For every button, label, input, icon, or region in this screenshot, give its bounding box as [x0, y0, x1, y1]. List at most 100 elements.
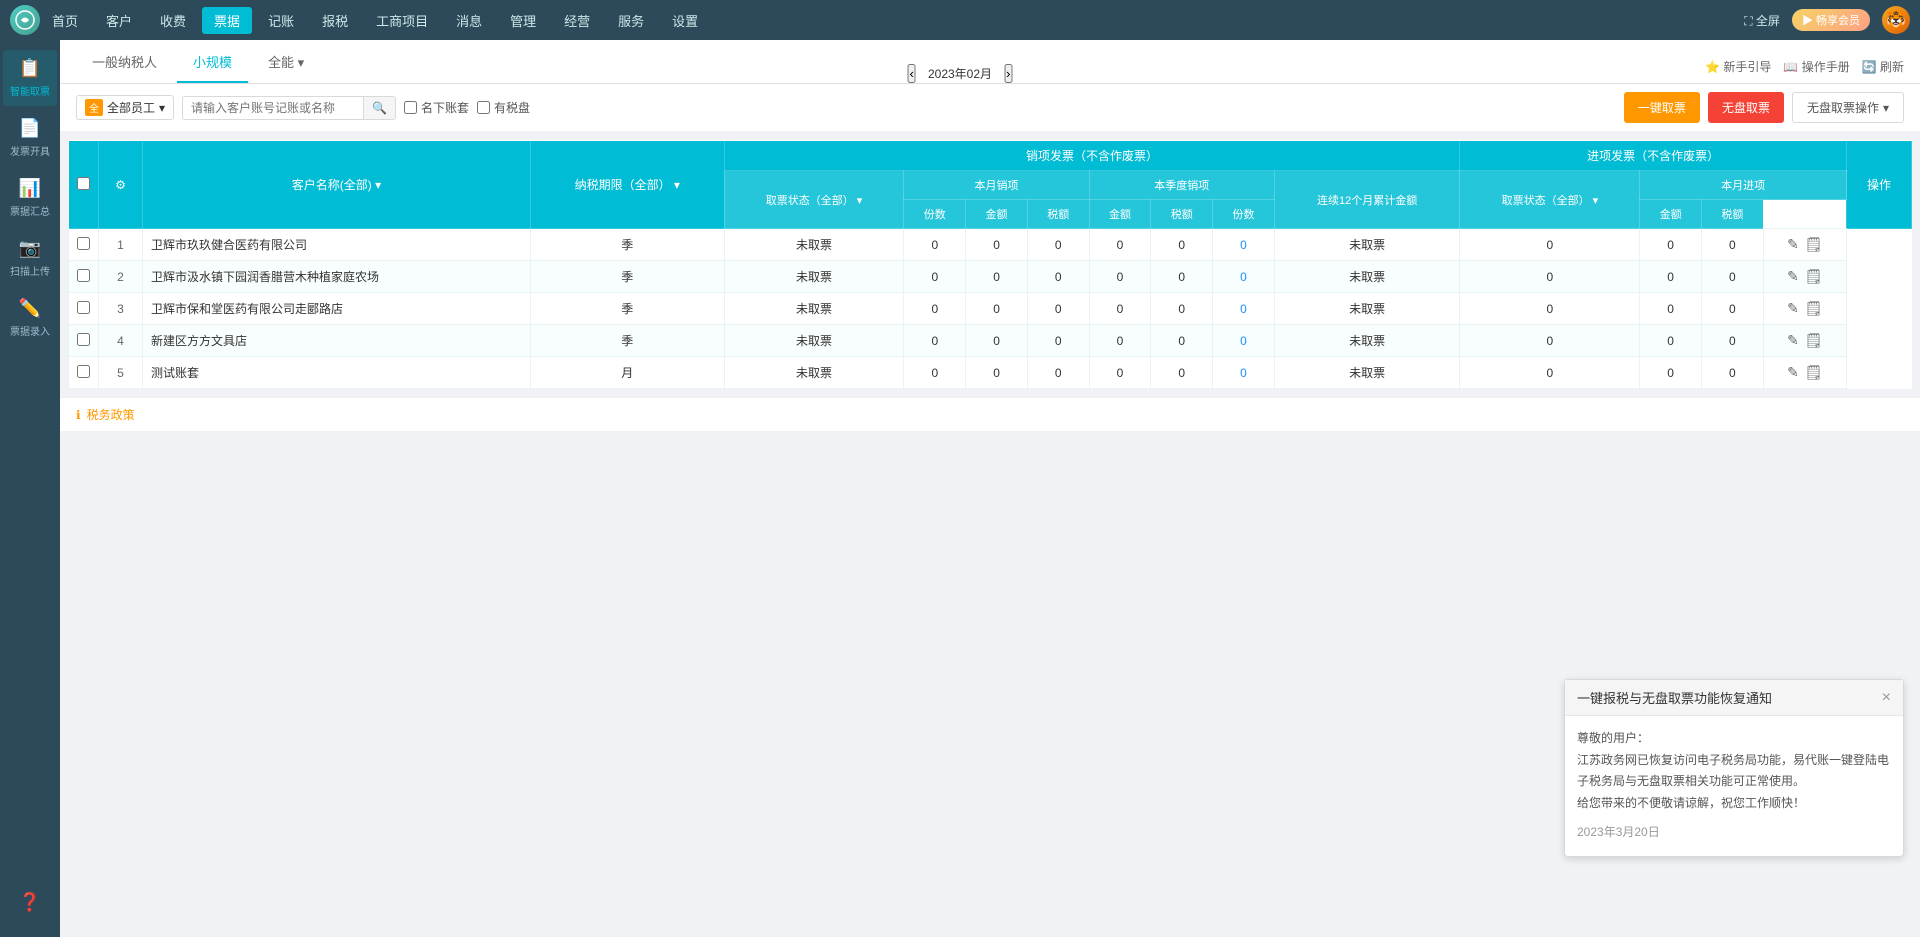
row-purchase-month-amount: 0: [1640, 261, 1702, 293]
nav-business[interactable]: 工商项目: [364, 7, 440, 34]
row-checkbox[interactable]: [77, 237, 90, 250]
row-checkbox[interactable]: [77, 269, 90, 282]
detail-icon[interactable]: 🗒: [1805, 332, 1823, 349]
sidebar-item-label: 票据录入: [10, 323, 50, 338]
row-12month[interactable]: 0: [1213, 229, 1275, 261]
row-tax-period: 季: [530, 293, 724, 325]
toolbar: 全 全部员工 ▾ 🔍 名下账套 有税盘 一键取票 无盘取票 无盘取票操作 ▾: [60, 84, 1920, 132]
nav-home[interactable]: 首页: [40, 7, 90, 34]
col-group-purchase: 进项发票（不含作废票）: [1460, 141, 1846, 171]
row-sales-status: 未取票: [724, 261, 904, 293]
nav-tax[interactable]: 报税: [310, 7, 360, 34]
refresh-link[interactable]: 🔄 刷新: [1862, 58, 1904, 75]
vip-button[interactable]: ▶ 畅享会员: [1792, 9, 1870, 31]
row-purchase-month-tax: 0: [1702, 261, 1764, 293]
detail-icon[interactable]: 🗒: [1805, 300, 1823, 317]
row-purchase-month-amount: 0: [1640, 325, 1702, 357]
row-sales-season-tax: 0: [1151, 229, 1213, 261]
nav-messages[interactable]: 消息: [444, 7, 494, 34]
nav-management[interactable]: 管理: [498, 7, 548, 34]
row-12month[interactable]: 0: [1213, 325, 1275, 357]
tab-all[interactable]: 全能 ▾: [252, 42, 320, 83]
search-button[interactable]: 🔍: [363, 97, 395, 119]
row-actions: ✎ 🗒: [1763, 229, 1846, 261]
nav-billing[interactable]: 收费: [148, 7, 198, 34]
sidebar-item-label: 票据汇总: [10, 203, 50, 218]
no-disk-ops-button[interactable]: 无盘取票操作 ▾: [1792, 92, 1904, 123]
row-checkbox[interactable]: [77, 365, 90, 378]
edit-icon[interactable]: ✎: [1787, 364, 1799, 381]
row-number: 4: [99, 325, 143, 357]
no-disk-fetch-button[interactable]: 无盘取票: [1708, 92, 1784, 123]
row-12month[interactable]: 0: [1213, 293, 1275, 325]
nav-tickets[interactable]: 票据: [202, 7, 252, 34]
detail-icon[interactable]: 🗒: [1805, 364, 1823, 381]
employee-label: 全部员工: [107, 99, 155, 116]
row-purchase-month-tax: 0: [1702, 325, 1764, 357]
manual-link[interactable]: 📖 操作手册: [1783, 58, 1849, 75]
sidebar-item-scan-upload[interactable]: 📷 扫描上传: [3, 230, 57, 286]
tab-general-taxpayer[interactable]: 一般纳税人: [76, 42, 173, 83]
employee-selector[interactable]: 全 全部员工 ▾: [76, 95, 174, 120]
row-client-name[interactable]: 测试账套: [142, 357, 530, 389]
ticket-entry-icon: ✏️: [19, 298, 41, 319]
one-click-fetch-button[interactable]: 一键取票: [1624, 92, 1700, 123]
filter-own-accounts[interactable]: 名下账套: [404, 99, 469, 116]
new-guide-link[interactable]: ⭐ 新手引导: [1705, 58, 1771, 75]
tax-policy-link[interactable]: 税务政策: [87, 406, 135, 423]
row-tax-period: 季: [530, 229, 724, 261]
nav-operations[interactable]: 经营: [552, 7, 602, 34]
select-all-checkbox[interactable]: [77, 177, 90, 190]
row-12month[interactable]: 0: [1213, 357, 1275, 389]
detail-icon[interactable]: 🗒: [1805, 268, 1823, 285]
col-purchase-m-qty: 份数: [1213, 200, 1275, 229]
edit-icon[interactable]: ✎: [1787, 236, 1799, 253]
row-sales-month-tax: 0: [1027, 293, 1089, 325]
row-sales-month-amount: 0: [966, 357, 1028, 389]
search-input[interactable]: [183, 97, 363, 119]
tab-small-scale[interactable]: 小规模: [177, 42, 248, 83]
notification-body: 尊敬的用户： 江苏政务网已恢复访问电子税务局功能，易代账一键登陆电子税务局与无盘…: [1565, 716, 1903, 856]
row-sales-month-qty: 0: [904, 293, 966, 325]
row-client-name[interactable]: 卫辉市汲水镇下园润香腊营木种植家庭农场: [142, 261, 530, 293]
row-checkbox-cell: [69, 325, 99, 357]
sidebar-item-invoice-issue[interactable]: 📄 发票开具: [3, 110, 57, 166]
sidebar-item-ticket-summary[interactable]: 📊 票据汇总: [3, 170, 57, 226]
sidebar-item-help[interactable]: ❓: [3, 884, 57, 921]
row-checkbox[interactable]: [77, 301, 90, 314]
row-checkbox-cell: [69, 261, 99, 293]
own-accounts-checkbox[interactable]: [404, 101, 417, 114]
sidebar-item-smart-fetch[interactable]: 📋 智能取票: [3, 50, 57, 106]
detail-icon[interactable]: 🗒: [1805, 236, 1823, 253]
row-client-name[interactable]: 新建区方方文具店: [142, 325, 530, 357]
row-sales-status: 未取票: [724, 293, 904, 325]
nav-bookkeeping[interactable]: 记账: [256, 7, 306, 34]
row-12month[interactable]: 0: [1213, 261, 1275, 293]
row-checkbox[interactable]: [77, 333, 90, 346]
filter-has-tax-disk[interactable]: 有税盘: [477, 99, 530, 116]
employee-badge: 全: [85, 99, 103, 116]
row-client-name[interactable]: 卫辉市玖玖健合医药有限公司: [142, 229, 530, 261]
prev-month-button[interactable]: ‹: [908, 64, 916, 83]
tax-disk-checkbox[interactable]: [477, 101, 490, 114]
next-month-button[interactable]: ›: [1004, 64, 1012, 83]
nav-settings[interactable]: 设置: [660, 7, 710, 34]
top-navigation: 首页 客户 收费 票据 记账 报税 工商项目 消息 管理 经营 服务 设置 ⛶ …: [0, 0, 1920, 40]
row-checkbox-cell: [69, 229, 99, 261]
edit-icon[interactable]: ✎: [1787, 268, 1799, 285]
user-avatar[interactable]: 🐯: [1882, 6, 1910, 34]
row-sales-month-tax: 0: [1027, 357, 1089, 389]
row-sales-season-amount: 0: [1089, 229, 1151, 261]
nav-clients[interactable]: 客户: [94, 7, 144, 34]
edit-icon[interactable]: ✎: [1787, 300, 1799, 317]
row-sales-month-qty: 0: [904, 357, 966, 389]
notification-close-button[interactable]: ×: [1882, 689, 1891, 707]
edit-icon[interactable]: ✎: [1787, 332, 1799, 349]
sidebar-item-ticket-entry[interactable]: ✏️ 票据录入: [3, 290, 57, 346]
data-table-container: ⚙ 客户名称(全部) ▾ 纳税期限（全部） ▾ 销项发票（不含作废票） 进项发票…: [68, 140, 1912, 389]
row-tax-period: 季: [530, 261, 724, 293]
fullscreen-btn[interactable]: ⛶ 全屏: [1744, 12, 1780, 29]
row-client-name[interactable]: 卫辉市保和堂医药有限公司走郾路店: [142, 293, 530, 325]
nav-services[interactable]: 服务: [606, 7, 656, 34]
sidebar-item-label: 发票开具: [10, 143, 50, 158]
